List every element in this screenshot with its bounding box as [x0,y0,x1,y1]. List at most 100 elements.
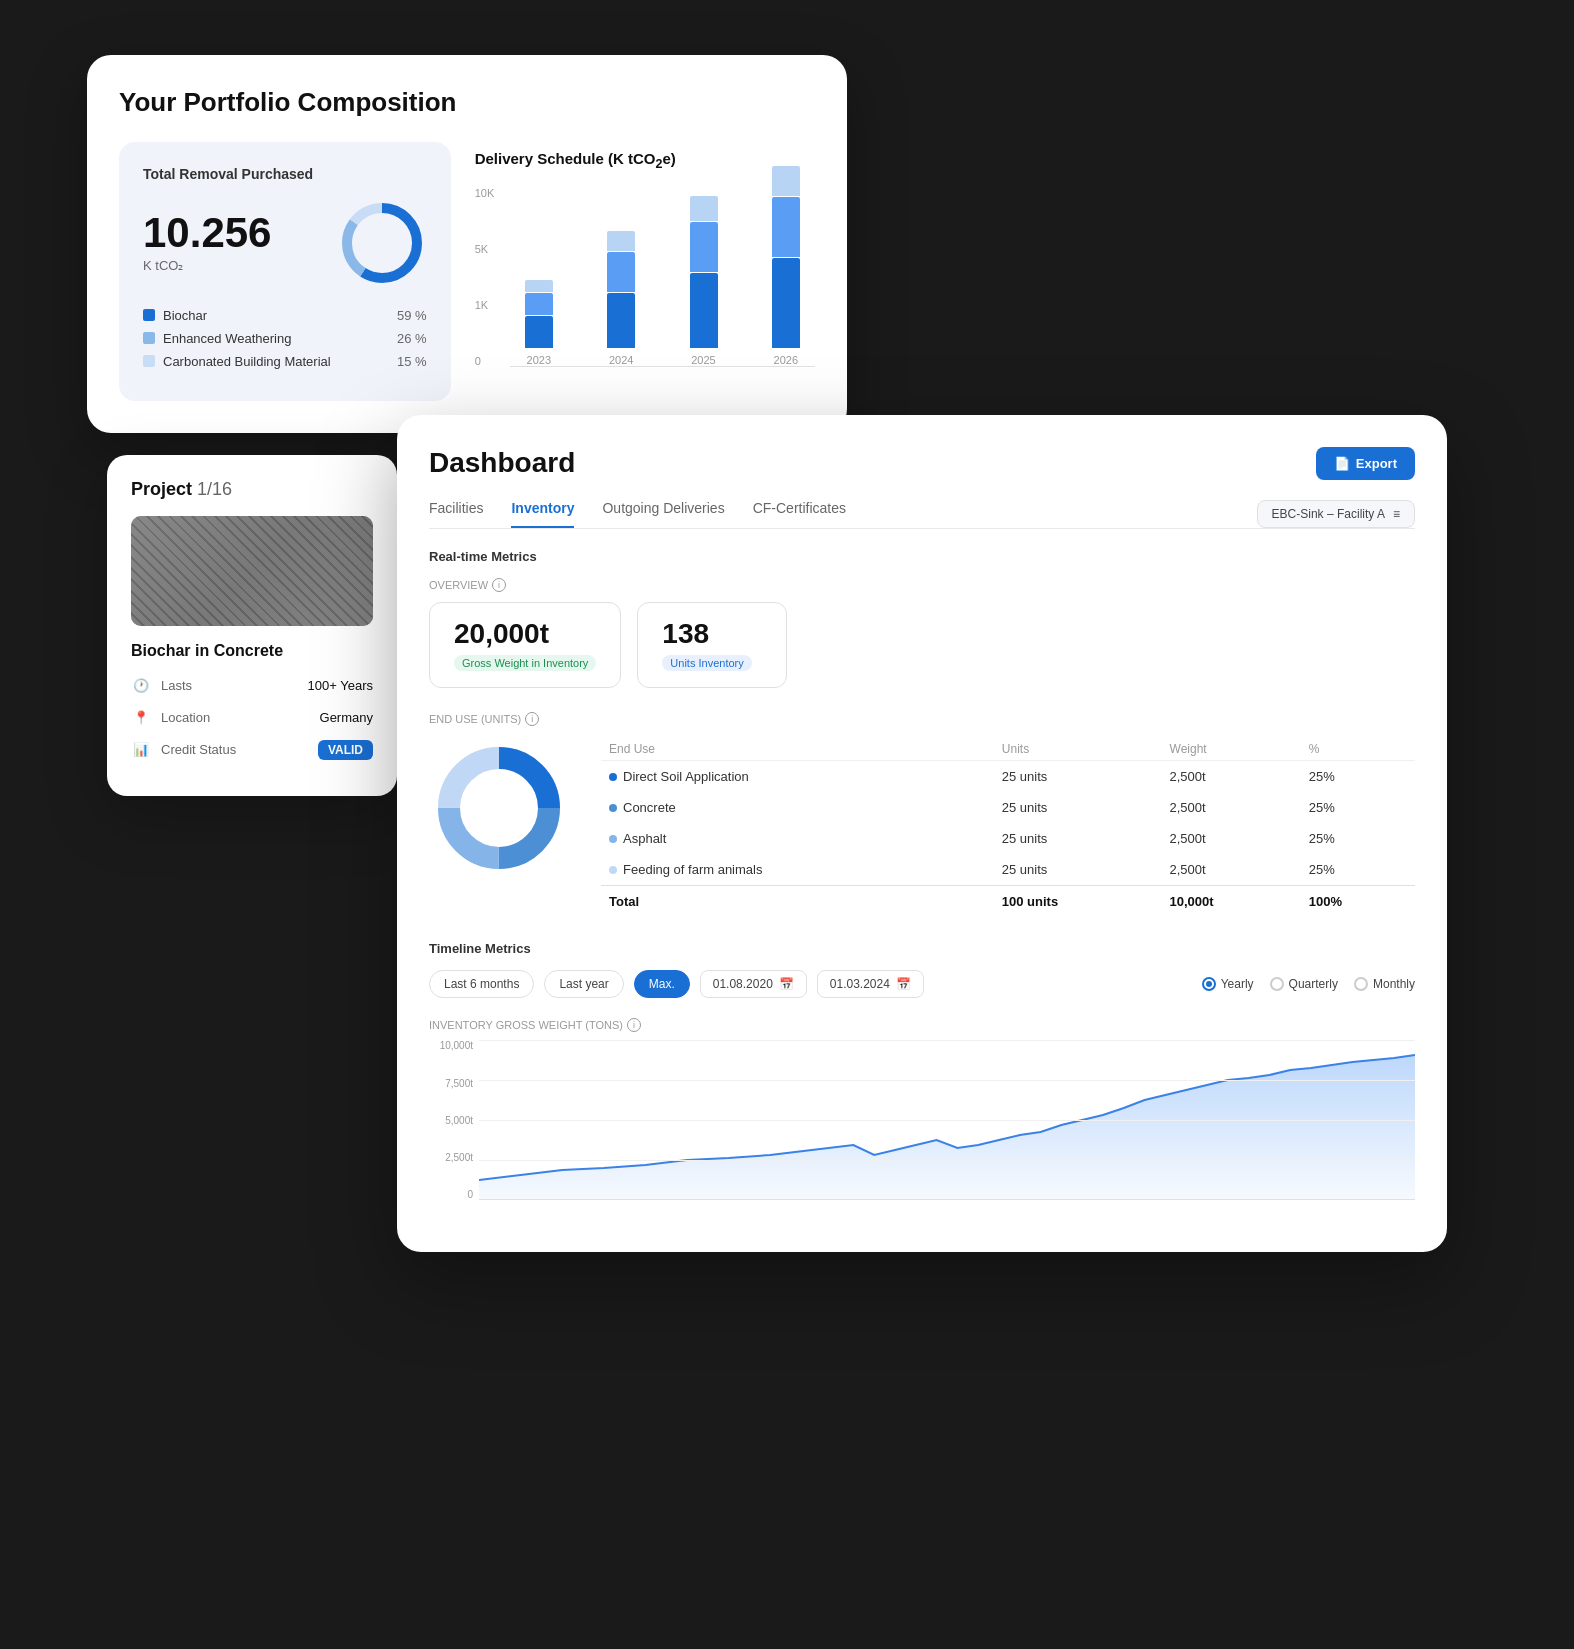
y-0: 0 [429,1189,473,1200]
total-label: Total [601,886,994,918]
dot-direct-soil [609,773,617,781]
total-removal-section: Total Removal Purchased 10.256 K tCO₂ [119,142,451,401]
table-row: Concrete 25 units 2,500t 25% [601,792,1415,823]
area-chart [479,1040,1415,1200]
dashboard-title: Dashboard [429,447,575,479]
area-fill [479,1055,1415,1200]
project-heading: Project 1/16 [131,479,373,500]
portfolio-title: Your Portfolio Composition [119,87,815,118]
bar-2025: 2025 [674,196,732,366]
radio-quarterly[interactable]: Quarterly [1270,977,1338,991]
total-units: 100 units [994,886,1162,918]
pct-asphalt: 25% [1301,823,1415,854]
bar-2023-mid [525,293,553,315]
pct-farm: 25% [1301,854,1415,886]
weight-farm: 2,500t [1162,854,1301,886]
chart-icon: 📊 [131,740,151,760]
credit-label: Credit Status [161,742,308,757]
chart-label: INVENTORY GROSS WEIGHT (TONS) [429,1019,623,1031]
bar-2023-light [525,280,553,292]
radio-monthly-circle [1354,977,1368,991]
y-7500: 7,500t [429,1078,473,1089]
bar-2024-dark [607,293,635,348]
project-location: 📍 Location Germany [131,708,373,728]
units-direct-soil: 25 units [994,761,1162,793]
facility-filter-dropdown[interactable]: EBC-Sink – Facility A ≡ [1257,500,1415,528]
dashboard-card: Dashboard 📄 Export Facilities Inventory … [397,415,1447,1253]
end-use-label: END USE (UNITS) [429,713,521,725]
export-label: Export [1356,456,1397,471]
gross-weight-value: 20,000t [454,619,596,650]
date-to-input[interactable]: 01.03.2024 📅 [817,970,924,998]
timeline-controls: Last 6 months Last year Max. 01.08.2020 … [429,970,1415,998]
dashboard-header: Dashboard 📄 Export [429,447,1415,480]
realtime-metrics-label: Real-time Metrics [429,549,1415,564]
time-btn-last6months[interactable]: Last 6 months [429,970,534,998]
pct-direct-soil: 25% [1301,761,1415,793]
bar-2026-light [772,166,800,196]
radio-yearly-inner [1206,981,1212,987]
pct-concrete: 25% [1301,792,1415,823]
weight-concrete: 2,500t [1162,792,1301,823]
dot-asphalt [609,835,617,843]
export-button[interactable]: 📄 Export [1316,447,1415,480]
project-image [131,516,373,626]
end-use-section: END USE (UNITS) i [429,712,1415,917]
clock-icon: 🕐 [131,676,151,696]
col-pct: % [1301,738,1415,761]
calendar-icon-2: 📅 [896,977,911,991]
delivery-chart: 10K 5K 1K 0 2023 [475,187,815,387]
legend-biochar: Biochar [163,308,207,323]
location-icon: 📍 [131,708,151,728]
y-label-5k: 5K [475,243,495,255]
radio-yearly[interactable]: Yearly [1202,977,1254,991]
y-2500: 2,500t [429,1152,473,1163]
date-to-value: 01.03.2024 [830,977,890,991]
filter-icon: ≡ [1393,507,1400,521]
tab-inventory[interactable]: Inventory [511,500,574,528]
col-end-use: End Use [601,738,994,761]
date-from-input[interactable]: 01.08.2020 📅 [700,970,807,998]
bar-2023-label: 2023 [527,354,551,366]
lasts-value: 100+ Years [308,678,373,693]
total-row: Total 100 units 10,000t 100% [601,886,1415,918]
tab-facilities[interactable]: Facilities [429,500,483,528]
overview-label: OVERVIEW [429,579,488,591]
tab-cf-certificates[interactable]: CF-Certificates [753,500,846,528]
table-row: Feeding of farm animals 25 units 2,500t … [601,854,1415,886]
tab-outgoing-deliveries[interactable]: Outgoing Deliveries [602,500,724,528]
radio-monthly[interactable]: Monthly [1354,977,1415,991]
units-concrete: 25 units [994,792,1162,823]
time-btn-lastyear[interactable]: Last year [544,970,623,998]
dashboard-tabs: Facilities Inventory Outgoing Deliveries… [429,500,1415,529]
dot-farm [609,866,617,874]
bar-2025-dark [690,273,718,348]
portfolio-card: Your Portfolio Composition Total Removal… [87,55,847,433]
bar-2023: 2023 [510,280,568,366]
location-label: Location [161,710,310,725]
portfolio-donut [337,198,427,288]
chart-info-icon: i [627,1018,641,1032]
bar-2026-label: 2026 [774,354,798,366]
y-label-1k: 1K [475,299,495,311]
y-10000: 10,000t [429,1040,473,1051]
bar-2024-light [607,231,635,251]
bar-2026-mid [772,197,800,257]
bar-2026: 2026 [757,166,815,366]
weight-direct-soil: 2,500t [1162,761,1301,793]
metric-gross-weight: 20,000t Gross Weight in Inventory [429,602,621,689]
removal-value: 10.256 [143,212,271,254]
col-weight: Weight [1162,738,1301,761]
radio-yearly-circle [1202,977,1216,991]
project-credit-status: 📊 Credit Status VALID [131,740,373,760]
bar-2025-label: 2025 [691,354,715,366]
y-label-10k: 10K [475,187,495,199]
bar-2026-dark [772,258,800,348]
time-btn-max[interactable]: Max. [634,970,690,998]
bar-2023-dark [525,316,553,348]
legend-building-pct: 15 % [397,354,427,369]
bar-2025-mid [690,222,718,272]
timeline-label: Timeline Metrics [429,941,1415,956]
delivery-schedule-section: Delivery Schedule (K tCO2e) 10K 5K 1K 0 [475,142,815,401]
location-value: Germany [320,710,373,725]
